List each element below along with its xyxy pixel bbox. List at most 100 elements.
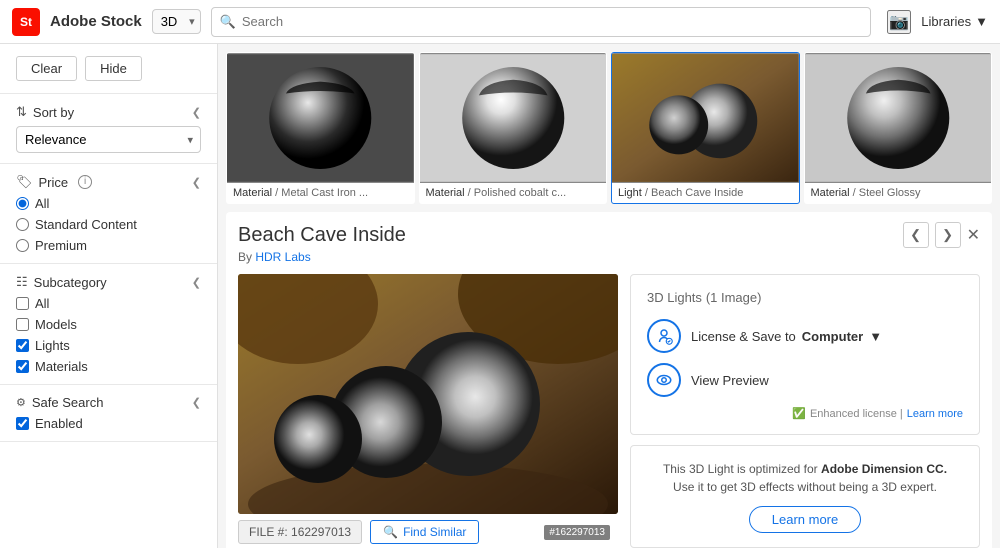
view-preview-button[interactable]: View Preview [691, 373, 769, 388]
price-option-all[interactable]: All [16, 196, 201, 211]
license-svg-icon [655, 327, 673, 345]
search-input[interactable] [242, 14, 862, 29]
detail-image-wrap: #162297013 FILE #: 162297013 🔍 Find Simi… [238, 274, 618, 548]
thumb-svg-3 [612, 53, 799, 183]
lights-title-text: 3D Lights [647, 290, 702, 305]
subcategory-materials-label: Materials [35, 359, 88, 374]
main-content: Material / Metal Cast Iron ... Material … [218, 44, 1000, 548]
libraries-button[interactable]: Libraries ▼ [921, 14, 988, 29]
camera-search-button[interactable]: 📷 [887, 10, 911, 34]
license-save-row: License & Save to Computer ▼ [647, 319, 963, 353]
price-icon: 🏷 [16, 174, 33, 190]
subcategory-check-models[interactable] [16, 318, 29, 331]
thumb-svg-1 [227, 53, 414, 183]
thumb-image-2 [420, 53, 607, 183]
save-to-value: Computer [802, 329, 863, 344]
safe-search-enabled[interactable]: Enabled [16, 416, 201, 431]
price-info-icon[interactable]: i [78, 175, 92, 189]
author-link[interactable]: HDR Labs [255, 250, 310, 264]
main-layout: Clear Hide ⇅ Sort by ❮ Relevance Most Re… [0, 44, 1000, 548]
price-radio-premium[interactable] [16, 239, 29, 252]
next-button[interactable]: ❯ [935, 222, 961, 248]
thumb-label-2: Material / Polished cobalt c... [420, 183, 607, 203]
search-similar-icon: 🔍 [383, 525, 398, 539]
category-select[interactable]: 3D [152, 9, 201, 34]
sort-select[interactable]: Relevance Most Recent Most Popular [16, 126, 201, 153]
view-preview-row: View Preview [647, 363, 963, 397]
license-icon [647, 319, 681, 353]
promo-text-1: This 3D Light is optimized for [663, 462, 818, 476]
safe-search-collapse-icon: ❮ [192, 396, 201, 409]
safe-search-label: Safe Search [32, 395, 104, 410]
subcategory-check-lights[interactable] [16, 339, 29, 352]
clear-button[interactable]: Clear [16, 56, 77, 81]
license-button[interactable]: License & Save to Computer ▼ [691, 329, 882, 344]
lights-card-title: 3D Lights (1 Image) [647, 289, 963, 305]
detail-svg [238, 274, 618, 514]
sort-collapse-icon: ❮ [192, 106, 201, 119]
subcategory-header[interactable]: ☷ Subcategory ❮ [16, 274, 201, 290]
subcategory-collapse-icon: ❮ [192, 276, 201, 289]
find-similar-button[interactable]: 🔍 Find Similar [370, 520, 479, 544]
subcategory-option-materials[interactable]: Materials [16, 359, 201, 374]
thumbnail-item-2[interactable]: Material / Polished cobalt c... [419, 52, 608, 204]
subcategory-option-lights[interactable]: Lights [16, 338, 201, 353]
subcategory-all-label: All [35, 296, 49, 311]
libraries-chevron-icon: ▼ [975, 14, 988, 29]
sort-by-header[interactable]: ⇅ Sort by ❮ [16, 104, 201, 120]
subcategory-checkbox-group: All Models Lights Materials [16, 296, 201, 374]
subcategory-check-materials[interactable] [16, 360, 29, 373]
license-label: License & Save to [691, 329, 796, 344]
sort-icon: ⇅ [16, 104, 27, 120]
close-button[interactable]: ✕ [967, 225, 980, 245]
sort-by-title: ⇅ Sort by [16, 104, 74, 120]
learn-more-link-top[interactable]: Learn more [907, 408, 963, 420]
price-radio-all[interactable] [16, 197, 29, 210]
lights-count-val: (1 Image) [706, 290, 762, 305]
search-icon: 🔍 [220, 14, 236, 30]
lights-card: 3D Lights (1 Image) [630, 274, 980, 435]
thumbnail-item-4[interactable]: Material / Steel Glossy [804, 52, 993, 204]
subcategory-icon: ☷ [16, 274, 28, 290]
safe-search-check-enabled[interactable] [16, 417, 29, 430]
price-option-standard[interactable]: Standard Content [16, 217, 201, 232]
hide-button[interactable]: Hide [85, 56, 142, 81]
enhanced-license-line: ✅ Enhanced license | Learn more [647, 407, 963, 420]
file-number: FILE #: 162297013 [238, 520, 362, 544]
promo-text: This 3D Light is optimized for Adobe Dim… [647, 460, 963, 496]
subcategory-check-all[interactable] [16, 297, 29, 310]
thumb-image-4 [805, 53, 992, 183]
subcategory-lights-label: Lights [35, 338, 70, 353]
learn-more-button[interactable]: Learn more [749, 506, 861, 533]
promo-brand: Adobe Dimension CC. [821, 462, 947, 476]
safe-search-checkbox-group: Enabled [16, 416, 201, 431]
header: St Adobe Stock 3D 🔍 📷 Libraries ▼ [0, 0, 1000, 44]
price-option-premium[interactable]: Premium [16, 238, 201, 253]
price-section: 🏷 Price i ❮ All Standard Content Premium [0, 164, 217, 264]
thumbnail-item-1[interactable]: Material / Metal Cast Iron ... [226, 52, 415, 204]
safe-search-icon: ⚙ [16, 396, 26, 409]
subcategory-option-models[interactable]: Models [16, 317, 201, 332]
price-radio-standard[interactable] [16, 218, 29, 231]
thumb-svg-2 [420, 53, 607, 183]
detail-nav: ❮ ❯ ✕ [903, 222, 980, 248]
price-option-all-label: All [35, 196, 49, 211]
search-bar: 🔍 [211, 7, 872, 37]
promo-text-2: Use it to get 3D effects without being a… [673, 480, 937, 494]
sidebar-top-actions: Clear Hide [0, 44, 217, 94]
safe-search-header[interactable]: ⚙ Safe Search ❮ [16, 395, 201, 410]
sort-select-wrapper: Relevance Most Recent Most Popular [16, 126, 201, 153]
subcategory-label: Subcategory [34, 275, 107, 290]
view-preview-icon [647, 363, 681, 397]
price-header[interactable]: 🏷 Price i ❮ [16, 174, 201, 190]
prev-button[interactable]: ❮ [903, 222, 929, 248]
thumbnail-item-3[interactable]: Light / Beach Cave Inside [611, 52, 800, 204]
thumb-image-1 [227, 53, 414, 183]
eye-svg-icon [655, 371, 673, 389]
detail-title: Beach Cave Inside [238, 224, 406, 247]
safe-search-title: ⚙ Safe Search [16, 395, 103, 410]
subcategory-option-all[interactable]: All [16, 296, 201, 311]
right-panel: 3D Lights (1 Image) [630, 274, 980, 548]
promo-card: This 3D Light is optimized for Adobe Dim… [630, 445, 980, 548]
thumb-image-3 [612, 53, 799, 183]
